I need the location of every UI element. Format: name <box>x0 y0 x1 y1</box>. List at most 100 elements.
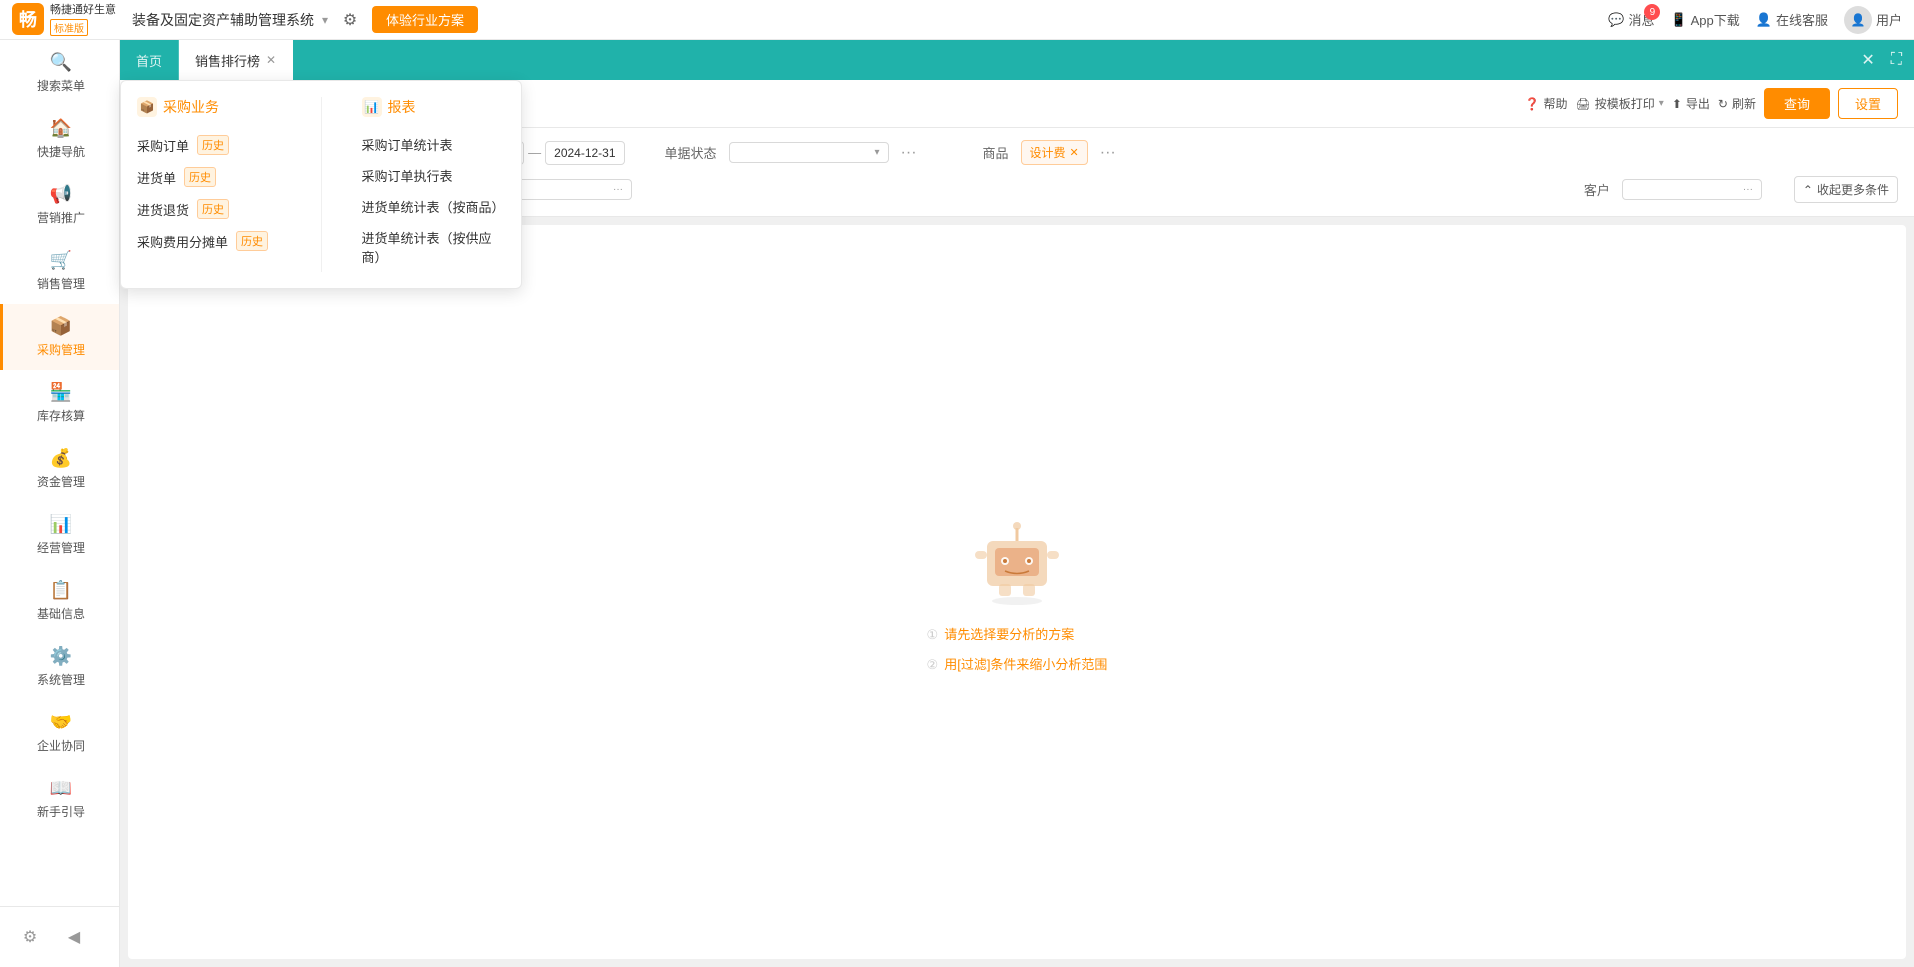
online-service-label: 在线客服 <box>1776 10 1828 29</box>
tab-bar: 首页 销售排行榜 ✕ ✕ ⛶ <box>120 40 1914 80</box>
dropdown-item-purchase-order-label: 采购订单 <box>137 136 189 155</box>
sidebar-item-search-label: 搜索菜单 <box>37 77 85 94</box>
sidebar-collapse-btn[interactable]: ◀ <box>56 919 92 955</box>
print-template-btn[interactable]: 🖨 按模板打印 ▾ <box>1576 95 1664 112</box>
empty-hint-1: ① 请先选择要分析的方案 ② 用[过滤]条件来缩小分析范围 <box>927 622 1108 678</box>
goods-tag: 设计费 ✕ <box>1021 140 1088 165</box>
report-section-icon: 📊 <box>362 97 382 117</box>
dropdown-item-report-2[interactable]: 进货单统计表（按商品） <box>362 191 506 222</box>
dropdown-report-title: 📊 报表 <box>362 97 506 117</box>
goods-more-icon[interactable]: ··· <box>1100 144 1116 162</box>
dropdown-item-inbound-label: 进货单 <box>137 168 176 187</box>
sidebar-item-sales[interactable]: 🛒 销售管理 <box>0 238 119 304</box>
goods-tag-close-icon[interactable]: ✕ <box>1070 146 1079 159</box>
voucher-status-label: 单据状态 <box>657 143 717 162</box>
help-btn[interactable]: ❓ 帮助 <box>1525 95 1568 112</box>
dropdown-report-0-label: 采购订单统计表 <box>362 135 453 154</box>
sidebar-item-finance-label: 资金管理 <box>37 473 85 490</box>
toolbar-right: ❓ 帮助 🖨 按模板打印 ▾ ⬆ 导出 ↻ 刷新 <box>1525 88 1898 119</box>
refresh-btn[interactable]: ↻ 刷新 <box>1718 95 1756 112</box>
history-badge-2: 历史 <box>197 199 229 219</box>
logo-text-area: 畅捷通好生意 标准版 <box>50 3 116 36</box>
date-to-input[interactable]: 2024-12-31 <box>545 141 624 165</box>
tab-home-label: 首页 <box>136 51 162 70</box>
industry-btn[interactable]: 体验行业方案 <box>372 6 478 33</box>
sidebar-item-sales-label: 销售管理 <box>37 275 85 292</box>
sidebar-item-guide[interactable]: 📖 新手引导 <box>0 766 119 832</box>
tab-maximize-icon[interactable]: ⛶ <box>1887 47 1906 73</box>
sidebar-item-purchase[interactable]: 📦 采购管理 <box>0 304 119 370</box>
help-label: 帮助 <box>1544 95 1568 112</box>
app-download-btn[interactable]: 📱 App下载 <box>1670 10 1739 29</box>
collapse-label: 收起更多条件 <box>1817 181 1889 198</box>
dropdown-item-expense[interactable]: 采购费用分摊单 历史 <box>137 225 281 257</box>
tab-sales-rank[interactable]: 销售排行榜 ✕ <box>179 40 293 80</box>
purchase-section-title-text: 采购业务 <box>163 97 219 117</box>
tab-close-icon[interactable]: ✕ <box>266 53 276 67</box>
voucher-status-arrow-icon: ▾ <box>875 147 880 158</box>
goods-tag-value: 设计费 <box>1030 144 1066 161</box>
sidebar-item-search[interactable]: 🔍 搜索菜单 <box>0 40 119 106</box>
header-right: 💬 消息 9 📱 App下载 👤 在线客服 👤 用户 <box>1608 6 1902 34</box>
sidebar-item-marketing-label: 营销推广 <box>37 209 85 226</box>
sidebar-item-quick-nav[interactable]: 🏠 快捷导航 <box>0 106 119 172</box>
dropdown-item-report-3[interactable]: 进货单统计表（按供应商） <box>362 222 506 272</box>
dropdown-item-inbound[interactable]: 进货单 历史 <box>137 161 281 193</box>
dropdown-purchase-section: 📦 采购业务 采购订单 历史 进货单 历史 进货退货 历史 采购费用分摊单 历史 <box>137 97 281 272</box>
sidebar-item-system[interactable]: ⚙️ 系统管理 <box>0 634 119 700</box>
notification-icon: 💬 <box>1608 12 1624 28</box>
sidebar-item-purchase-label: 采购管理 <box>37 341 85 358</box>
dropdown-item-expense-label: 采购费用分摊单 <box>137 232 228 251</box>
export-label: 导出 <box>1686 95 1710 112</box>
collapse-btn[interactable]: ⌃ 收起更多条件 <box>1794 176 1898 203</box>
print-arrow-icon: ▾ <box>1659 98 1664 109</box>
system-title-area: 装备及固定资产辅助管理系统 ▾ ⚙ 体验行业方案 <box>132 6 1608 34</box>
empty-state: ① 请先选择要分析的方案 ② 用[过滤]条件来缩小分析范围 <box>128 225 1906 959</box>
app-download-label: App下载 <box>1691 10 1740 29</box>
voucher-status-select[interactable]: ▾ <box>729 142 889 163</box>
sidebar-item-cooperation-label: 企业协同 <box>37 737 85 754</box>
sidebar-item-marketing[interactable]: 📢 营销推广 <box>0 172 119 238</box>
online-service-btn[interactable]: 👤 在线客服 <box>1756 10 1828 29</box>
dropdown-item-return[interactable]: 进货退货 历史 <box>137 193 281 225</box>
finance-icon: 💰 <box>50 448 72 469</box>
dropdown-purchase-title: 📦 采购业务 <box>137 97 281 117</box>
customer-select[interactable]: ··· <box>1622 179 1762 200</box>
sidebar-item-basic-info[interactable]: 📋 基础信息 <box>0 568 119 634</box>
tab-home[interactable]: 首页 <box>120 40 179 80</box>
system-icon: ⚙️ <box>50 646 72 667</box>
cooperation-icon: 🤝 <box>50 712 72 733</box>
sales-icon: 🛒 <box>50 250 72 271</box>
dropdown-report-3-label: 进货单统计表（按供应商） <box>362 228 506 266</box>
dropdown-item-purchase-order[interactable]: 采购订单 历史 <box>137 129 281 161</box>
dropdown-item-report-1[interactable]: 采购订单执行表 <box>362 160 506 191</box>
report-section-title-text: 报表 <box>388 97 416 117</box>
help-icon: ❓ <box>1525 97 1540 111</box>
sidebar-item-operations-label: 经营管理 <box>37 539 85 556</box>
tab-bar-actions: ✕ ⛶ <box>1849 40 1914 80</box>
sidebar-item-finance[interactable]: 💰 资金管理 <box>0 436 119 502</box>
basic-info-icon: 📋 <box>50 580 72 601</box>
sidebar-item-inventory[interactable]: 🏪 库存核算 <box>0 370 119 436</box>
system-settings-icon[interactable]: ⚙ <box>336 6 364 34</box>
system-title-arrow-icon[interactable]: ▾ <box>322 13 328 27</box>
sidebar-settings-btn[interactable]: ⚙ <box>12 919 48 955</box>
tab-close-all-icon[interactable]: ✕ <box>1857 46 1878 74</box>
sidebar-item-operations[interactable]: 📊 经营管理 <box>0 502 119 568</box>
voucher-status-more-icon[interactable]: ··· <box>901 144 917 162</box>
purchase-icon: 📦 <box>50 316 72 337</box>
query-btn[interactable]: 查询 <box>1764 88 1830 119</box>
user-avatar-btn[interactable]: 👤 用户 <box>1844 6 1902 34</box>
sidebar-item-cooperation[interactable]: 🤝 企业协同 <box>0 700 119 766</box>
export-btn[interactable]: ⬆ 导出 <box>1672 95 1710 112</box>
settings-action-btn[interactable]: 设置 <box>1838 88 1898 119</box>
purchase-section-icon: 📦 <box>137 97 157 117</box>
dropdown-item-report-0[interactable]: 采购订单统计表 <box>362 129 506 160</box>
dropdown-report-section: 📊 报表 采购订单统计表 采购订单执行表 进货单统计表（按商品） 进货单统计表（… <box>362 97 506 272</box>
salesperson-arrow-icon: ··· <box>613 184 623 195</box>
sidebar-item-system-label: 系统管理 <box>37 671 85 688</box>
top-header: 畅 畅捷通好生意 标准版 装备及固定资产辅助管理系统 ▾ ⚙ 体验行业方案 💬 … <box>0 0 1914 40</box>
home-icon: 🏠 <box>50 118 72 139</box>
notification-btn[interactable]: 💬 消息 9 <box>1608 10 1654 29</box>
notification-badge: 9 <box>1644 4 1660 20</box>
